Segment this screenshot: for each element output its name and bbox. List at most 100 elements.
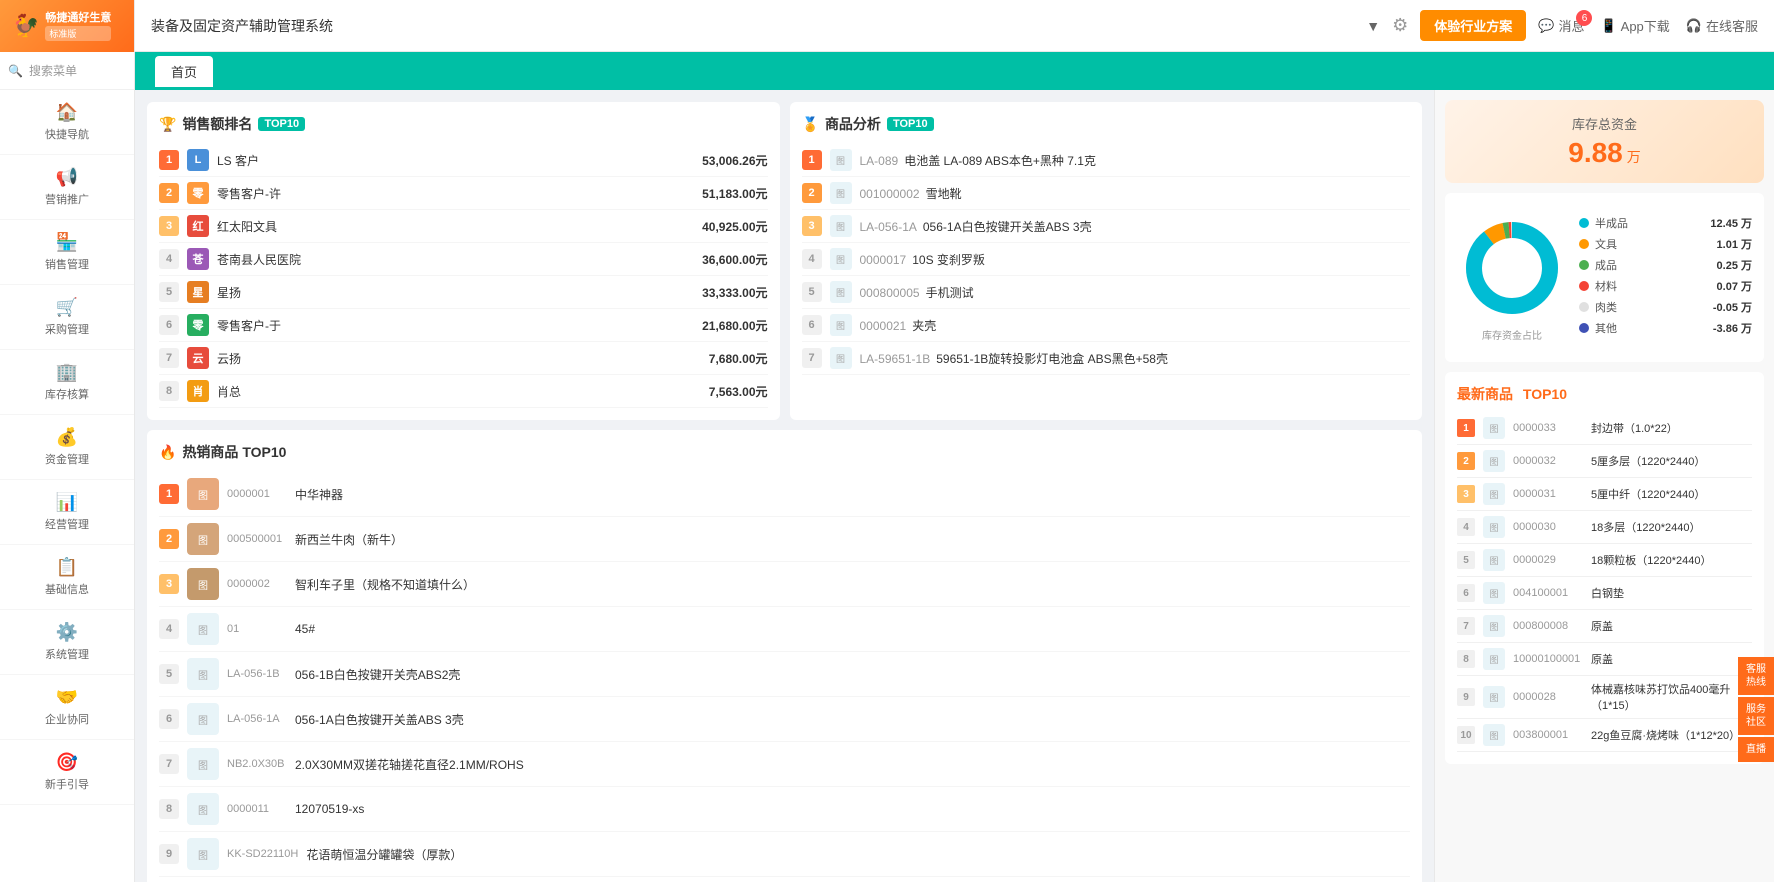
rank-number: 6 <box>1457 584 1475 602</box>
purchase-label: 采购管理 <box>45 321 89 337</box>
customer-avatar: 红 <box>187 215 209 237</box>
product-name: 056-1B白色按键开关壳ABS2壳 <box>295 666 1410 683</box>
legend-dot <box>1579 239 1589 249</box>
product-code: 01 <box>227 623 287 635</box>
quick-icon: 🏠 <box>56 102 78 123</box>
system-dropdown-btn[interactable]: ▼ <box>1366 18 1380 34</box>
customer-name: LS 客户 <box>217 152 694 169</box>
sidebar-item-system[interactable]: ⚙️ 系统管理 <box>0 610 134 675</box>
product-name: 花语萌恒温分罐罐袋（厚款） <box>306 846 1410 863</box>
new-prod-rank-row: 4 图 000001710S 变刹罗叛 <box>802 243 1411 276</box>
product-name: 12070519-xs <box>295 802 1410 816</box>
product-name: 5厘多层（1220*2440） <box>1591 453 1752 469</box>
app-download-btn[interactable]: 📱 App下载 <box>1600 16 1669 35</box>
sidebar-item-inventory[interactable]: 🏢 库存核算 <box>0 350 134 415</box>
legend-dot <box>1579 323 1589 333</box>
hot-product-row: 4 图 01 45# <box>159 607 1410 652</box>
legend-dot <box>1579 281 1589 291</box>
operation-label: 经营管理 <box>45 516 89 532</box>
app-logo: 🐓 畅捷通好生意 标准版 <box>0 0 134 52</box>
inventory-chart-panel: 库存资金占比 半成品 12.45 万 文具 1.01 万 成品 0.25 万 材… <box>1445 193 1764 362</box>
product-thumb: 图 <box>1483 450 1505 472</box>
product-thumb: 图 <box>1483 582 1505 604</box>
fire-icon: 🔥 <box>159 444 176 461</box>
system-label: 系统管理 <box>45 646 89 662</box>
rank-number: 4 <box>159 249 179 269</box>
inventory-total-label: 库存总资金 <box>1461 114 1748 133</box>
rank-number: 4 <box>159 619 179 639</box>
finance-label: 资金管理 <box>45 451 89 467</box>
legend-value: 0.25 万 <box>1717 257 1752 273</box>
product-placeholder: 图 <box>187 703 219 735</box>
customer-service-btn[interactable]: 客服热线 <box>1738 657 1774 695</box>
product-thumb: 图 <box>1483 516 1505 538</box>
customer-amount: 7,563.00元 <box>709 383 768 400</box>
rank-number: 3 <box>159 574 179 594</box>
product-name: 体械嘉核味苏打饮品400毫升（1*15） <box>1591 681 1752 713</box>
product-code: 003800001 <box>1513 729 1583 741</box>
tab-home[interactable]: 首页 <box>155 56 213 87</box>
product-info: LA-056-1A056-1A白色按键开关盖ABS 3壳 <box>860 218 1411 235</box>
product-thumb: 图 <box>1483 549 1505 571</box>
legend-value: 1.01 万 <box>1717 236 1752 252</box>
system-icon: ⚙️ <box>56 622 78 643</box>
sidebar-item-enterprise[interactable]: 🤝 企业协同 <box>0 675 134 740</box>
online-service-btn[interactable]: 🎧 在线客服 <box>1686 16 1758 35</box>
customer-name: 星扬 <box>217 284 694 301</box>
sales-rank-row: 6 零 零售客户-于 21,680.00元 <box>159 309 768 342</box>
sales-ranking-panel: 🏆 销售额排名 TOP10 1 L LS 客户 53,006.26元 2 零 零… <box>147 102 780 420</box>
hot-product-row: 5 图 LA-056-1B 056-1B白色按键开关壳ABS2壳 <box>159 652 1410 697</box>
rank-number: 2 <box>159 183 179 203</box>
customer-name: 苍南县人民医院 <box>217 251 694 268</box>
customer-amount: 36,600.00元 <box>702 251 767 268</box>
rank-number: 2 <box>1457 452 1475 470</box>
new-products-ranking-panel: 🏅 商品分析 TOP10 1 图 LA-089电池盖 LA-089 ABS本色+… <box>790 102 1423 420</box>
sidebar-item-finance[interactable]: 💰 资金管理 <box>0 415 134 480</box>
rank-number: 8 <box>159 799 179 819</box>
legend-dot <box>1579 260 1589 270</box>
customer-avatar: 零 <box>187 314 209 336</box>
service-community-btn[interactable]: 服务社区 <box>1738 697 1774 735</box>
product-name: 18多层（1220*2440） <box>1591 519 1752 535</box>
sidebar-item-marketing[interactable]: 📢 营销推广 <box>0 155 134 220</box>
product-code: LA-056-1B <box>227 668 287 680</box>
product-thumb: 图 <box>830 347 852 369</box>
product-name: 2.0X30MM双搓花轴搓花直径2.1MM/ROHS <box>295 756 1410 773</box>
rank-number: 6 <box>802 315 822 335</box>
sidebar-nav: 🏠 快捷导航 📢 营销推广 🏪 销售管理 🛒 采购管理 🏢 库存核算 💰 资金管… <box>0 90 134 882</box>
sidebar-item-newbie[interactable]: 🎯 新手引导 <box>0 740 134 805</box>
customer-avatar: 星 <box>187 281 209 303</box>
sidebar: 🐓 畅捷通好生意 标准版 🔍 搜索菜单 🏠 快捷导航 📢 营销推广 🏪 销售管理… <box>0 0 135 882</box>
sidebar-item-operation[interactable]: 📊 经营管理 <box>0 480 134 545</box>
sales-icon: 🏪 <box>56 232 78 253</box>
search-menu[interactable]: 🔍 搜索菜单 <box>0 52 134 90</box>
settings-btn[interactable]: ⚙ <box>1392 15 1408 36</box>
sidebar-item-basic[interactable]: 📋 基础信息 <box>0 545 134 610</box>
sales-rank-row: 5 星 星扬 33,333.00元 <box>159 276 768 309</box>
hot-product-row: 6 图 LA-056-1A 056-1A白色按键开关盖ABS 3壳 <box>159 697 1410 742</box>
product-thumb: 图 <box>1483 724 1505 746</box>
marketing-icon: 📢 <box>56 167 78 188</box>
content-wrapper: 🏆 销售额排名 TOP10 1 L LS 客户 53,006.26元 2 零 零… <box>135 90 1774 882</box>
sidebar-item-sales[interactable]: 🏪 销售管理 <box>0 220 134 285</box>
product-name: 封边带（1.0*22） <box>1591 420 1752 436</box>
customer-avatar: L <box>187 149 209 171</box>
newest-product-row: 8 图 10000100001 原盖 <box>1457 643 1752 676</box>
hot-products-table: 1 图 0000001 中华神器 2 图 000500001 新西兰牛肉（新牛）… <box>159 472 1410 877</box>
customer-amount: 53,006.26元 <box>702 152 767 169</box>
rank-number: 5 <box>1457 551 1475 569</box>
sidebar-item-quick[interactable]: 🏠 快捷导航 <box>0 90 134 155</box>
rank-number: 6 <box>159 709 179 729</box>
basic-label: 基础信息 <box>45 581 89 597</box>
rank-number: 10 <box>1457 726 1475 744</box>
sidebar-item-purchase[interactable]: 🛒 采购管理 <box>0 285 134 350</box>
live-btn[interactable]: 直播 <box>1738 737 1774 762</box>
newest-products-title: 最新商品 TOP10 <box>1457 384 1752 404</box>
trial-btn[interactable]: 体验行业方案 <box>1420 10 1526 41</box>
messages-btn[interactable]: 💬 消息 6 <box>1538 16 1584 35</box>
rank-number: 3 <box>1457 485 1475 503</box>
hot-products-title: 🔥 热销商品 TOP10 <box>159 442 1410 462</box>
customer-avatar: 云 <box>187 347 209 369</box>
newest-product-row: 7 图 000800008 原盖 <box>1457 610 1752 643</box>
basic-icon: 📋 <box>56 557 78 578</box>
